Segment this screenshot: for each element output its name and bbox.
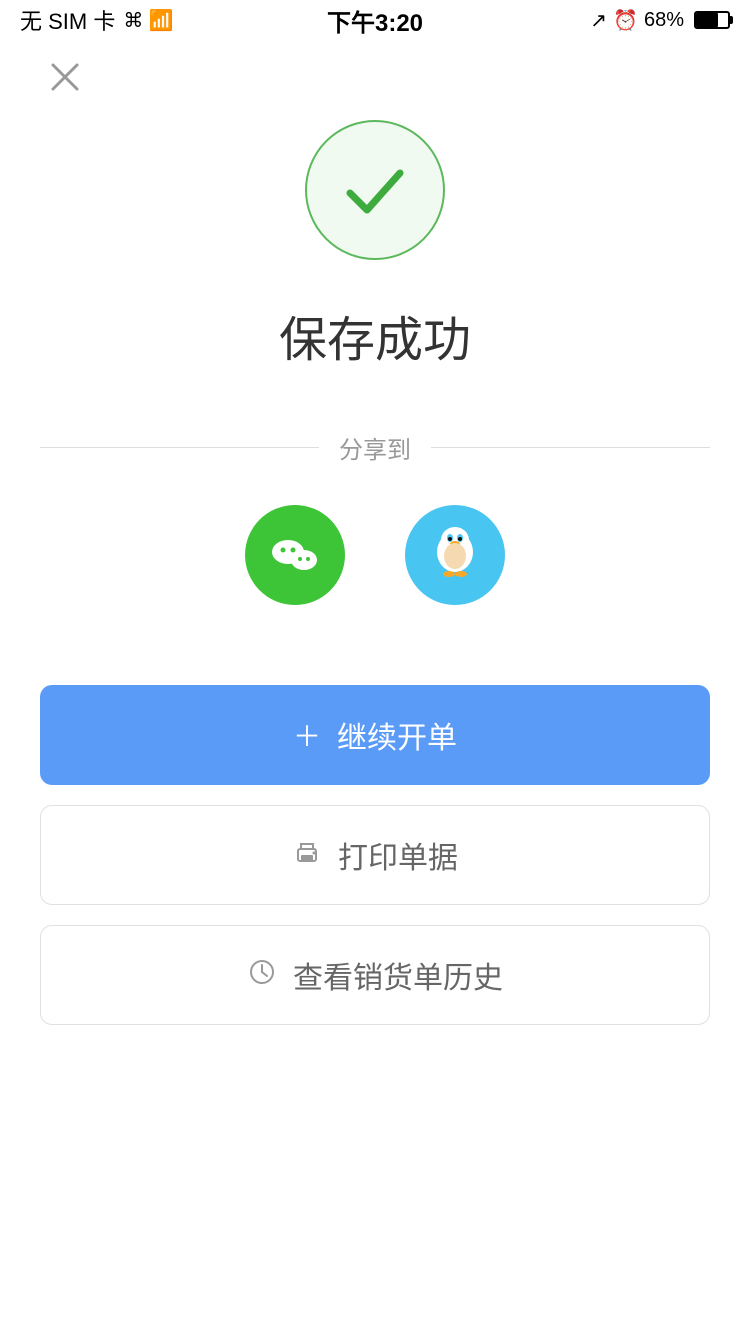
status-bar: 无 SIM 卡 ⌘︎ 📶 下午3:20 ↗ ⏰ 68% [0,0,750,40]
action-buttons: ＋ 继续开单 打印单据 [0,685,750,1025]
divider-line-right [431,447,710,448]
print-label: 打印单据 [338,833,458,877]
wechat-icon [266,526,324,584]
qq-icon [427,524,483,586]
qq-share-button[interactable] [405,505,505,605]
print-button[interactable]: 打印单据 [40,805,710,905]
status-right: ↗ ⏰ 68% [590,8,730,33]
wechat-share-button[interactable] [245,505,345,605]
history-button[interactable]: 查看销货单历史 [40,925,710,1025]
close-icon [50,62,80,92]
battery-icon [694,11,730,29]
plus-icon: ＋ [293,715,321,755]
close-button[interactable] [40,52,90,102]
checkmark-icon [340,155,410,225]
clock-icon [247,957,277,994]
divider-line-left [40,447,319,448]
wifi-icon: ⌘︎ 📶 [123,8,173,33]
status-left: 无 SIM 卡 ⌘︎ 📶 [20,4,174,36]
share-label: 分享到 [319,430,431,465]
alarm-icon: ⏰ [613,8,638,33]
location-icon: ↗ [590,8,607,33]
status-time: 下午3:20 [327,3,423,38]
share-icons [245,505,505,605]
battery-percent: 68% [644,9,684,32]
success-circle [305,120,445,260]
main-content: 保存成功 分享到 [0,40,750,1025]
success-title: 保存成功 [279,300,471,370]
printer-icon [292,837,322,874]
history-label: 查看销货单历史 [293,953,503,997]
no-sim-label: 无 SIM 卡 [20,4,115,36]
continue-label: 继续开单 [337,713,457,757]
continue-button[interactable]: ＋ 继续开单 [40,685,710,785]
share-divider: 分享到 [0,430,750,465]
